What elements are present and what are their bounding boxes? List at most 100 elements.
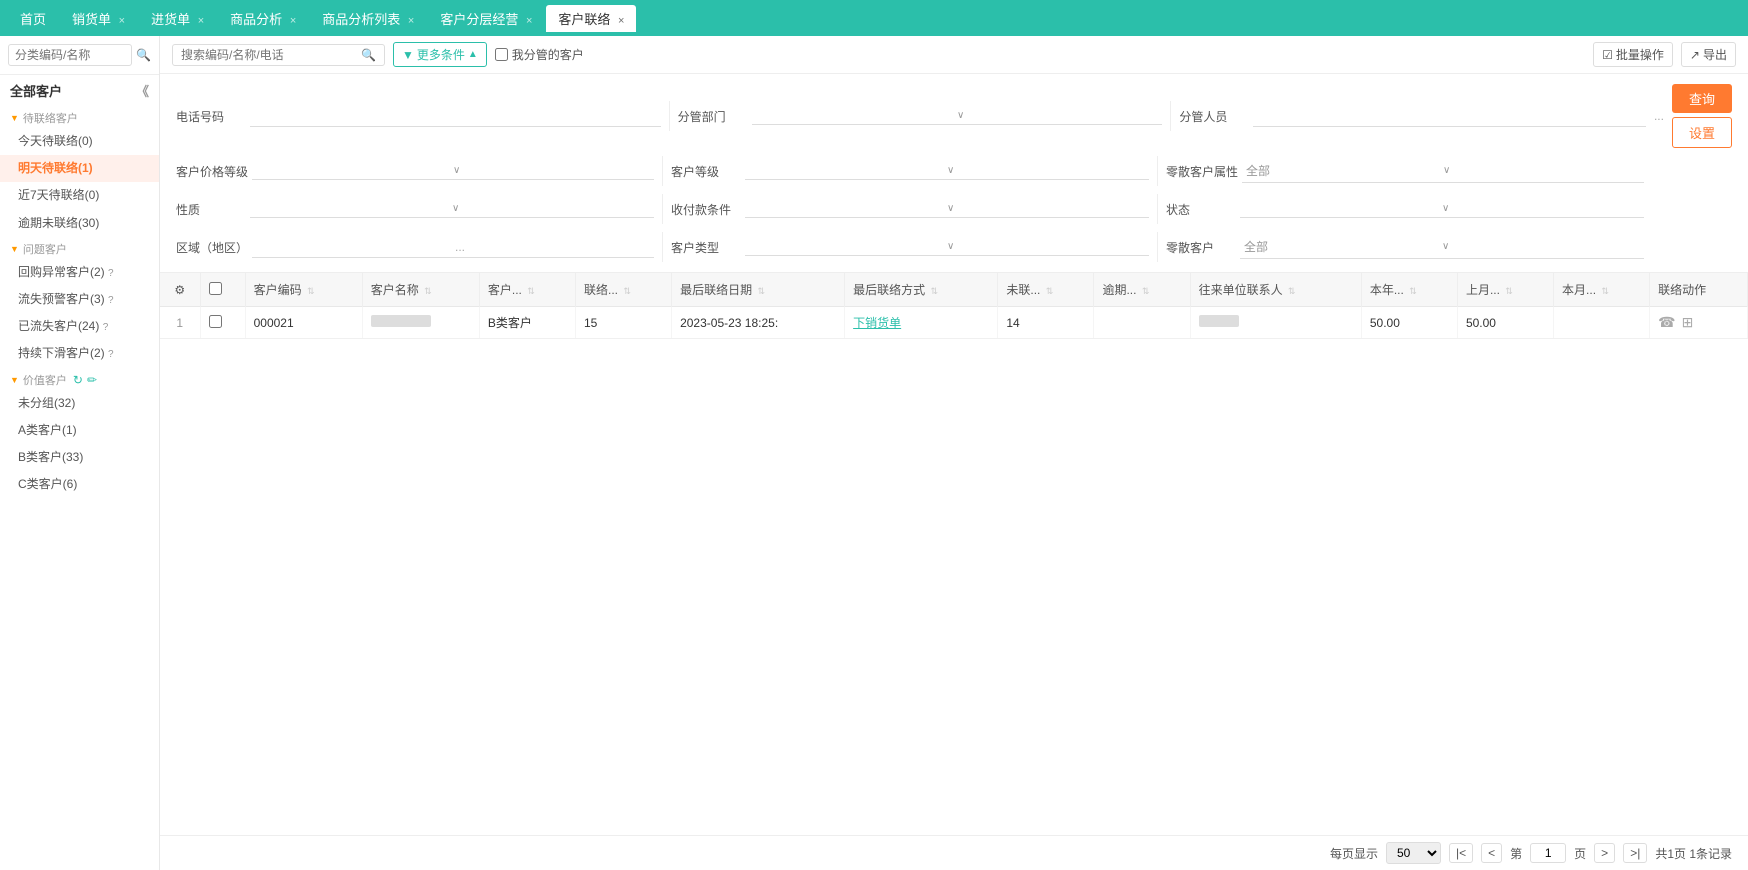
sidebar-item-churned[interactable]: 已流失客户(24) ? xyxy=(0,313,159,340)
filter-region-select[interactable]: ... xyxy=(252,237,654,258)
filter-scatter-attr-select[interactable]: 全部 ∨ xyxy=(1242,159,1644,183)
sidebar-item-churn-warning[interactable]: 流失预警客户(3) ? xyxy=(0,286,159,313)
nav-purchase[interactable]: 进货单 × xyxy=(139,5,216,32)
col-last-date[interactable]: 最后联络日期 ⇅ xyxy=(672,273,845,307)
filter-scatter-customer: 零散客户 全部 ∨ xyxy=(1166,235,1644,259)
nav-goods-analysis-close[interactable]: × xyxy=(290,15,296,27)
filter-person-input[interactable] xyxy=(1253,106,1646,127)
sidebar-item-week-contact[interactable]: 近7天待联络(0) xyxy=(0,182,159,209)
filter-customer-type-select[interactable]: ∨ xyxy=(745,238,1149,256)
action-qr-icon[interactable]: ⊞ xyxy=(1682,314,1694,331)
page-first-button[interactable]: |< xyxy=(1449,843,1473,863)
per-page-select[interactable]: 50 100 200 xyxy=(1386,842,1441,864)
col-uncontact[interactable]: 未联... ⇅ xyxy=(998,273,1094,307)
sort-icon-type: ⇅ xyxy=(527,286,535,296)
filter-dept-select[interactable]: ∨ xyxy=(752,107,1163,125)
sidebar-search-input[interactable] xyxy=(8,44,132,66)
cell-uncontact: 14 xyxy=(998,307,1094,339)
page-number-input[interactable] xyxy=(1530,843,1566,863)
nav-customer-tier[interactable]: 客户分层经营 × xyxy=(428,5,544,32)
all-customers-title[interactable]: 全部客户 《 xyxy=(0,75,159,106)
sidebar-item-repurchase-abnormal[interactable]: 回购异常客户(2) ? xyxy=(0,259,159,286)
page-prev-button[interactable]: < xyxy=(1481,843,1502,863)
page-last-button[interactable]: >| xyxy=(1623,843,1647,863)
sidebar-item-declining[interactable]: 持续下滑客户(2) ? xyxy=(0,340,159,367)
col-name[interactable]: 客户名称 ⇅ xyxy=(362,273,479,307)
filter-scatter-customer-select[interactable]: 全部 ∨ xyxy=(1240,235,1644,259)
col-this-month[interactable]: 本月... ⇅ xyxy=(1554,273,1650,307)
col-settings[interactable]: ⚙ xyxy=(160,273,200,307)
triangle-icon-3: ▼ xyxy=(10,375,19,385)
batch-operation-button[interactable]: ☑ 批量操作 xyxy=(1593,42,1673,67)
filter-person-dots[interactable]: ... xyxy=(1654,109,1664,123)
cell-last-type[interactable]: 下销货单 xyxy=(845,307,998,339)
filter-payment-select[interactable]: ∨ xyxy=(745,200,1149,218)
filter-region-dots[interactable]: ... xyxy=(455,240,650,254)
filter-nature: 性质 ∨ xyxy=(176,200,654,218)
nav-purchase-close[interactable]: × xyxy=(198,15,204,27)
nav-sales-close[interactable]: × xyxy=(119,15,125,27)
toolbar-search-input[interactable] xyxy=(181,48,361,62)
cell-code: 000021 xyxy=(245,307,362,339)
sort-icon-uncontact: ⇅ xyxy=(1046,286,1054,296)
my-customer-checkbox[interactable] xyxy=(495,48,508,61)
select-all-checkbox[interactable] xyxy=(209,282,222,295)
col-contact[interactable]: 联络... ⇅ xyxy=(575,273,671,307)
filter-nature-select[interactable]: ∨ xyxy=(250,200,654,218)
sort-icon-this-year: ⇅ xyxy=(1409,286,1417,296)
sort-icon-this-month: ⇅ xyxy=(1601,286,1609,296)
col-last-month[interactable]: 上月... ⇅ xyxy=(1457,273,1553,307)
sidebar-item-ungrouped[interactable]: 未分组(32) xyxy=(0,390,159,417)
col-contact-person[interactable]: 往来单位联系人 ⇅ xyxy=(1190,273,1361,307)
nav-customer-contact-close[interactable]: × xyxy=(618,15,624,27)
filter-scatter-attr-label: 零散客户属性 xyxy=(1166,163,1238,180)
filter-customer-grade-select[interactable]: ∨ xyxy=(745,162,1149,180)
toolbar-search-icon[interactable]: 🔍 xyxy=(361,48,376,62)
nav-customer-tier-close[interactable]: × xyxy=(526,15,532,27)
cell-name[interactable] xyxy=(362,307,479,339)
action-phone-icon[interactable]: ☎ xyxy=(1658,314,1675,331)
nav-goods-analysis-list-close[interactable]: × xyxy=(408,15,414,27)
sidebar-search-icon[interactable]: 🔍 xyxy=(136,48,151,62)
sidebar-item-today-contact[interactable]: 今天待联络(0) xyxy=(0,128,159,155)
nav-goods-analysis-list[interactable]: 商品分析列表 × xyxy=(310,5,426,32)
col-checkbox[interactable] xyxy=(200,273,245,307)
filter-price-grade-select[interactable]: ∨ xyxy=(252,162,654,180)
help-icon-4[interactable]: ? xyxy=(108,349,114,360)
filter-status: 状态 ∨ xyxy=(1166,200,1644,218)
sidebar-item-type-c[interactable]: C类客户(6) xyxy=(0,471,159,498)
query-button[interactable]: 查询 xyxy=(1672,84,1732,113)
help-icon-1[interactable]: ? xyxy=(108,268,114,279)
filter-phone-input[interactable] xyxy=(250,106,661,127)
row-checkbox[interactable] xyxy=(209,315,222,328)
col-this-year[interactable]: 本年... ⇅ xyxy=(1361,273,1457,307)
help-icon-3[interactable]: ? xyxy=(103,322,109,333)
col-code[interactable]: 客户编码 ⇅ xyxy=(245,273,362,307)
col-overdue[interactable]: 逾期... ⇅ xyxy=(1094,273,1190,307)
cell-checkbox[interactable] xyxy=(200,307,245,339)
sidebar-item-overdue-contact[interactable]: 逾期未联络(30) xyxy=(0,210,159,237)
set-button[interactable]: 设置 xyxy=(1672,117,1732,148)
more-filter-button[interactable]: ▼ 更多条件 ▲ xyxy=(393,42,487,67)
nav-goods-analysis[interactable]: 商品分析 × xyxy=(218,5,308,32)
page-next-button[interactable]: > xyxy=(1594,843,1615,863)
help-icon-2[interactable]: ? xyxy=(108,295,114,306)
export-button[interactable]: ↗ 导出 xyxy=(1681,42,1736,67)
sidebar-item-tomorrow-contact[interactable]: 明天待联络(1) xyxy=(0,155,159,182)
col-last-type[interactable]: 最后联络方式 ⇅ xyxy=(845,273,998,307)
filter-status-select[interactable]: ∨ xyxy=(1240,200,1644,218)
nav-home[interactable]: 首页 xyxy=(8,5,58,32)
edit-icon[interactable]: ✏ xyxy=(87,373,97,387)
sort-icon-name: ⇅ xyxy=(424,286,432,296)
nav-sales[interactable]: 销货单 × xyxy=(60,5,137,32)
filter-customer-grade-label: 客户等级 xyxy=(671,163,741,180)
table-row: 1 000021 B类客户 15 2023-05-23 18:25: 下销货单 … xyxy=(160,307,1748,339)
last-contact-type-link[interactable]: 下销货单 xyxy=(853,316,901,330)
refresh-icon[interactable]: ↻ xyxy=(73,373,83,387)
chevron-down-icon: ∨ xyxy=(957,110,1158,121)
sidebar-item-type-a[interactable]: A类客户(1) xyxy=(0,417,159,444)
sidebar-item-type-b[interactable]: B类客户(33) xyxy=(0,444,159,471)
col-type[interactable]: 客户... ⇅ xyxy=(479,273,575,307)
nav-customer-contact[interactable]: 客户联络 × xyxy=(546,5,636,32)
sidebar-collapse-icon[interactable]: 《 xyxy=(136,81,149,100)
